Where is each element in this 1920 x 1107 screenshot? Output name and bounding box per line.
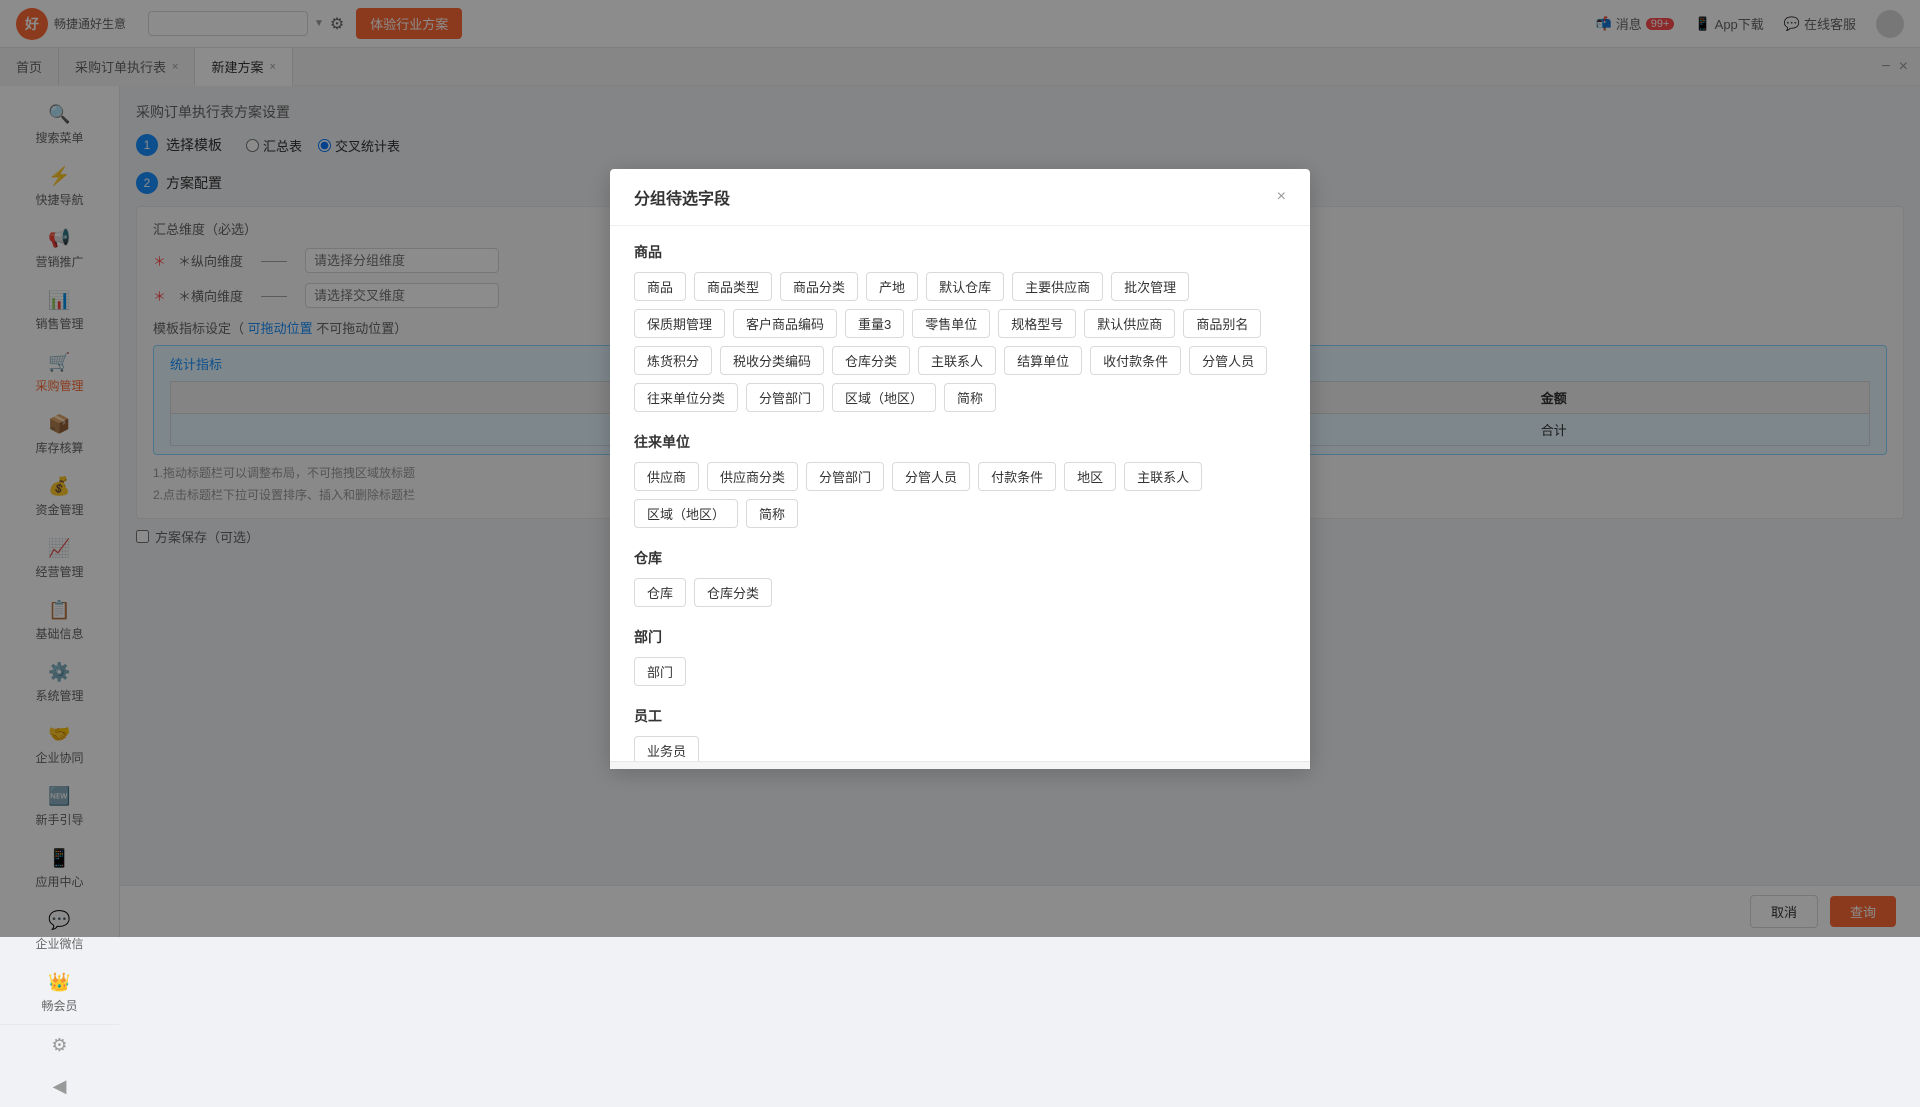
modal-close-button[interactable]: × bbox=[1277, 188, 1286, 206]
field-list-dept: 部门 bbox=[634, 657, 1286, 686]
modal-overlay: 分组待选字段 × 商品 商品 商品类型 商品分类 产地 默认仓库 主要供应商 批… bbox=[0, 0, 1920, 937]
sidebar-collapse-btn[interactable]: ◀ bbox=[0, 1066, 119, 1107]
field-tag[interactable]: 主联系人 bbox=[918, 346, 996, 375]
field-tag[interactable]: 商品类型 bbox=[694, 272, 772, 301]
member-icon: 👑 bbox=[48, 972, 70, 993]
sidebar-settings-btn[interactable]: ⚙ bbox=[0, 1025, 119, 1066]
field-tag[interactable]: 主联系人 bbox=[1124, 462, 1202, 491]
field-tag[interactable]: 结算单位 bbox=[1004, 346, 1082, 375]
field-group-warehouse-title: 仓库 bbox=[634, 548, 1286, 568]
field-tag[interactable]: 税收分类编码 bbox=[720, 346, 824, 375]
field-tag[interactable]: 规格型号 bbox=[998, 309, 1076, 338]
modal-title: 分组待选字段 bbox=[634, 185, 730, 209]
field-tag[interactable]: 分管人员 bbox=[892, 462, 970, 491]
field-tag[interactable]: 简称 bbox=[746, 499, 798, 528]
field-tag[interactable]: 炼货积分 bbox=[634, 346, 712, 375]
field-tag[interactable]: 仓库分类 bbox=[832, 346, 910, 375]
field-tag[interactable]: 客户商品编码 bbox=[733, 309, 837, 338]
field-group-goods-title: 商品 bbox=[634, 242, 1286, 262]
sidebar-item-member-label: 畅会员 bbox=[41, 997, 77, 1014]
field-group-dept: 部门 部门 bbox=[634, 627, 1286, 686]
field-group-goods: 商品 商品 商品类型 商品分类 产地 默认仓库 主要供应商 批次管理 保质期管理… bbox=[634, 242, 1286, 412]
field-tag[interactable]: 批次管理 bbox=[1111, 272, 1189, 301]
field-tag[interactable]: 付款条件 bbox=[978, 462, 1056, 491]
field-tag[interactable]: 往来单位分类 bbox=[634, 383, 738, 412]
field-list-warehouse: 仓库 仓库分类 bbox=[634, 578, 1286, 607]
sidebar-item-wechat-label: 企业微信 bbox=[35, 935, 83, 952]
field-tag[interactable]: 零售单位 bbox=[912, 309, 990, 338]
field-group-partner: 往来单位 供应商 供应商分类 分管部门 分管人员 付款条件 地区 主联系人 区域… bbox=[634, 432, 1286, 528]
field-tag[interactable]: 产地 bbox=[866, 272, 918, 301]
field-tag[interactable]: 分管人员 bbox=[1189, 346, 1267, 375]
sidebar-bottom: ⚙ ◀ bbox=[0, 1024, 119, 1107]
field-list-goods: 商品 商品类型 商品分类 产地 默认仓库 主要供应商 批次管理 保质期管理 客户… bbox=[634, 272, 1286, 412]
field-tag[interactable]: 重量3 bbox=[845, 309, 904, 338]
field-tag[interactable]: 保质期管理 bbox=[634, 309, 725, 338]
field-tag[interactable]: 地区 bbox=[1064, 462, 1116, 491]
field-tag[interactable]: 默认供应商 bbox=[1084, 309, 1175, 338]
field-tag[interactable]: 仓库分类 bbox=[694, 578, 772, 607]
field-tag[interactable]: 分管部门 bbox=[806, 462, 884, 491]
field-tag[interactable]: 主要供应商 bbox=[1012, 272, 1103, 301]
modal-body: 商品 商品 商品类型 商品分类 产地 默认仓库 主要供应商 批次管理 保质期管理… bbox=[610, 226, 1310, 761]
sidebar-item-member[interactable]: 👑 畅会员 bbox=[0, 962, 119, 1024]
modal-header: 分组待选字段 × bbox=[610, 169, 1310, 226]
field-tag[interactable]: 商品分类 bbox=[780, 272, 858, 301]
field-tag[interactable]: 简称 bbox=[944, 383, 996, 412]
modal-horizontal-scroll[interactable] bbox=[610, 761, 1310, 769]
modal-scroll-track[interactable] bbox=[610, 762, 1310, 772]
field-tag[interactable]: 供应商 bbox=[634, 462, 699, 491]
field-tag[interactable]: 商品 bbox=[634, 272, 686, 301]
field-list-staff: 业务员 bbox=[634, 736, 1286, 761]
field-group-staff: 员工 业务员 bbox=[634, 706, 1286, 761]
field-tag[interactable]: 仓库 bbox=[634, 578, 686, 607]
field-tag[interactable]: 部门 bbox=[634, 657, 686, 686]
field-tag[interactable]: 供应商分类 bbox=[707, 462, 798, 491]
field-tag[interactable]: 收付款条件 bbox=[1090, 346, 1181, 375]
field-tag[interactable]: 默认仓库 bbox=[926, 272, 1004, 301]
field-list-partner: 供应商 供应商分类 分管部门 分管人员 付款条件 地区 主联系人 区域（地区） … bbox=[634, 462, 1286, 528]
field-group-warehouse: 仓库 仓库 仓库分类 bbox=[634, 548, 1286, 607]
field-group-staff-title: 员工 bbox=[634, 706, 1286, 726]
field-group-dept-title: 部门 bbox=[634, 627, 1286, 647]
field-tag[interactable]: 区域（地区） bbox=[634, 499, 738, 528]
field-tag[interactable]: 商品别名 bbox=[1183, 309, 1261, 338]
field-tag[interactable]: 分管部门 bbox=[746, 383, 824, 412]
field-tag[interactable]: 业务员 bbox=[634, 736, 699, 761]
modal: 分组待选字段 × 商品 商品 商品类型 商品分类 产地 默认仓库 主要供应商 批… bbox=[610, 169, 1310, 769]
field-group-partner-title: 往来单位 bbox=[634, 432, 1286, 452]
field-tag[interactable]: 区域（地区） bbox=[832, 383, 936, 412]
